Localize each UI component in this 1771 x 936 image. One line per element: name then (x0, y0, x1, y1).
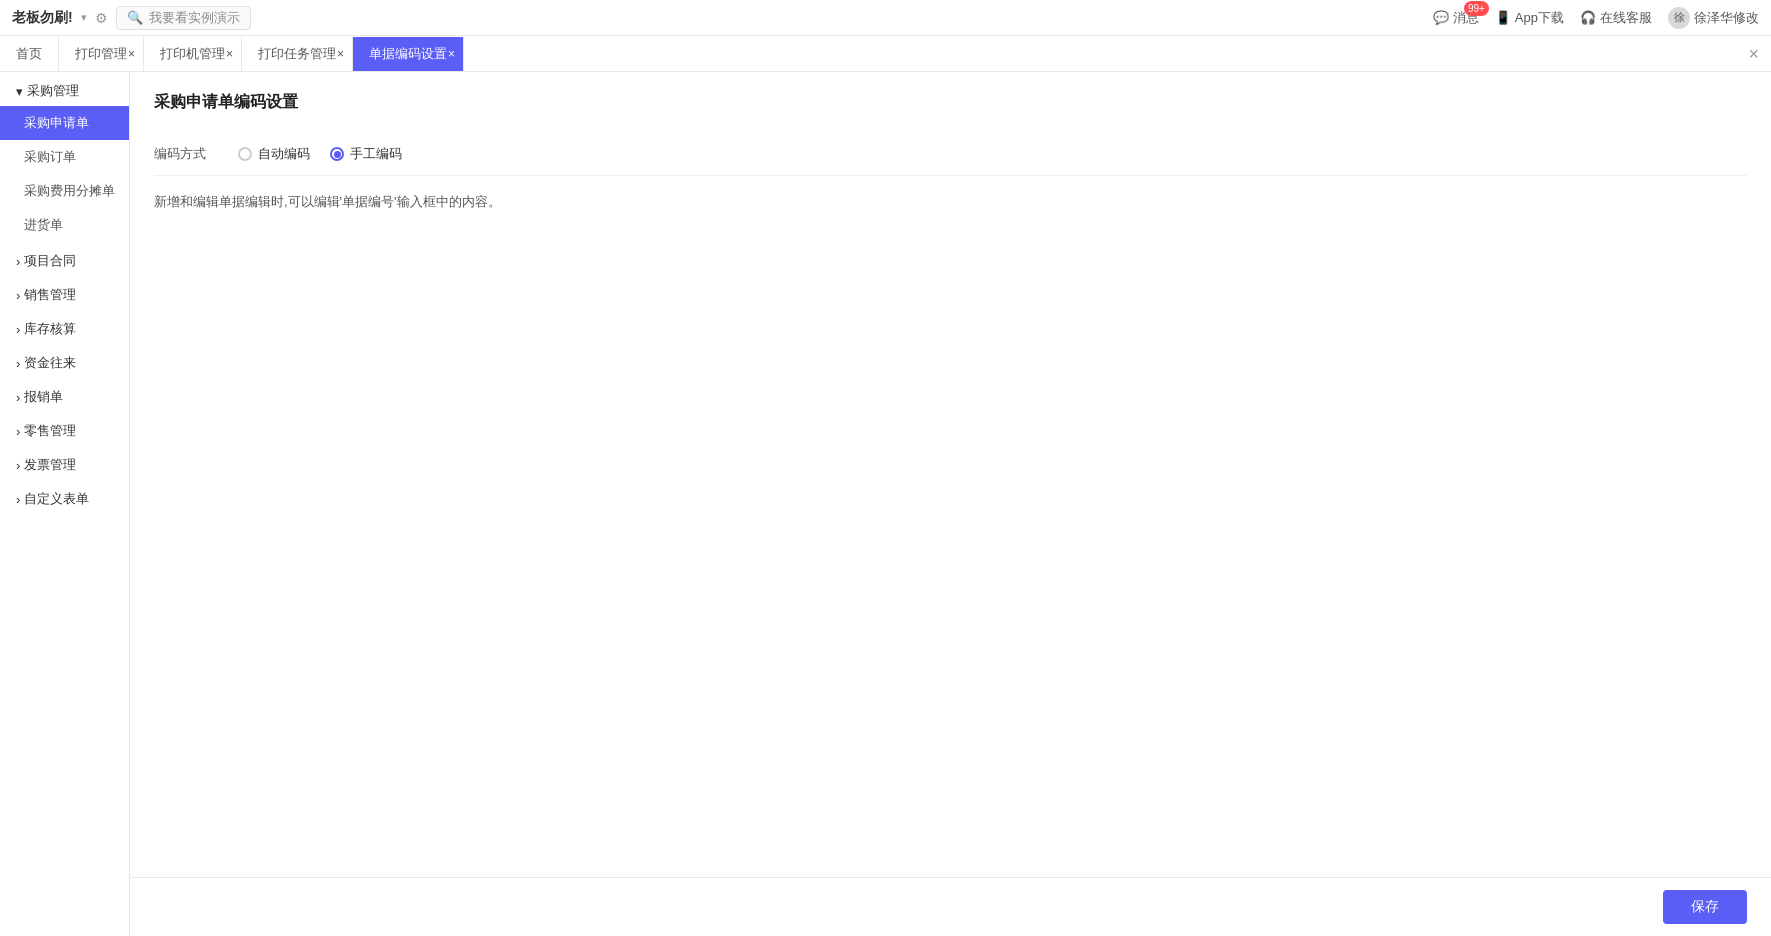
tab-bar: 首页 打印管理 × 打印机管理 × 打印任务管理 × 单据编码设置 × × (0, 36, 1771, 72)
message-icon: 💬 (1433, 10, 1449, 25)
sidebar: ▾ 采购管理 采购申请单 采购订单 采购费用分摊单 进货单 › 项目合同 (0, 72, 130, 936)
sidebar-group-custom-form: › 自定义表单 (0, 480, 129, 514)
close-tab-single-code-icon[interactable]: × (448, 47, 455, 61)
radio-manual-code[interactable]: 手工编码 (330, 145, 402, 163)
save-button[interactable]: 保存 (1663, 890, 1747, 924)
arrow-right-sales-icon: › (16, 288, 20, 303)
sidebar-group-sales: › 销售管理 (0, 276, 129, 310)
sidebar-group-returns: › 报销单 (0, 378, 129, 412)
online-service-button[interactable]: 🎧 在线客服 (1580, 9, 1652, 27)
tab-single-code-label: 单据编码设置 (369, 45, 447, 63)
radio-manual-label: 手工编码 (350, 145, 402, 163)
top-bar-right: 💬 消息 99+ 📱 App下载 🎧 在线客服 徐 徐泽华修改 (1433, 7, 1759, 29)
sidebar-item-stock-in[interactable]: 进货单 (0, 208, 129, 242)
top-bar-left: 老板勿刷! ▾ ⚙ 🔍 我要看实例演示 (12, 6, 251, 30)
user-menu[interactable]: 徐 徐泽华修改 (1668, 7, 1759, 29)
radio-group-encoding: 自动编码 手工编码 (238, 145, 402, 163)
top-bar: 老板勿刷! ▾ ⚙ 🔍 我要看实例演示 💬 消息 99+ 📱 App下载 🎧 在… (0, 0, 1771, 36)
app-download-button[interactable]: 📱 App下载 (1495, 9, 1564, 27)
gear-icon[interactable]: ⚙ (95, 10, 108, 26)
arrow-right-custom-icon: › (16, 492, 20, 507)
app-download-icon: 📱 (1495, 10, 1511, 25)
main-layout: ▾ 采购管理 采购申请单 采购订单 采购费用分摊单 进货单 › 项目合同 (0, 72, 1771, 936)
arrow-right-returns-icon: › (16, 390, 20, 405)
tab-printer-mgmt-label: 打印机管理 (160, 45, 225, 63)
page-body: 采购申请单编码设置 编码方式 自动编码 手工编码 新增和编辑单据编辑时,可以编辑… (130, 72, 1771, 877)
search-bar[interactable]: 🔍 我要看实例演示 (116, 6, 251, 30)
close-tab-printer-mgmt-icon[interactable]: × (226, 47, 233, 61)
sidebar-group-returns-title[interactable]: › 报销单 (0, 378, 129, 412)
hint-text: 新增和编辑单据编辑时,可以编辑'单据编号'输入框中的内容。 (154, 192, 1747, 213)
sidebar-group-invoice-title[interactable]: › 发票管理 (0, 446, 129, 480)
radio-manual-circle[interactable] (330, 147, 344, 161)
chevron-down-icon[interactable]: ▾ (81, 11, 87, 24)
close-tab-print-mgmt-icon[interactable]: × (128, 47, 135, 61)
arrow-right-inventory-icon: › (16, 322, 20, 337)
close-all-tabs-button[interactable]: × (1736, 37, 1771, 71)
headset-icon: 🎧 (1580, 10, 1596, 25)
brand-label: 老板勿刷! (12, 9, 73, 27)
search-placeholder: 我要看实例演示 (149, 9, 240, 27)
app-download-label: App下载 (1515, 9, 1564, 27)
tab-printer-mgmt[interactable]: 打印机管理 × (144, 37, 242, 71)
sidebar-group-custom-form-title[interactable]: › 自定义表单 (0, 480, 129, 514)
arrow-right-icon: › (16, 254, 20, 269)
sidebar-group-purchase-title[interactable]: ▾ 采购管理 (0, 72, 129, 106)
sidebar-group-invoice: › 发票管理 (0, 446, 129, 480)
encoding-row: 编码方式 自动编码 手工编码 (154, 133, 1747, 176)
sidebar-group-capital-title[interactable]: › 资金往来 (0, 344, 129, 378)
sidebar-group-purchase: ▾ 采购管理 采购申请单 采购订单 采购费用分摊单 进货单 (0, 72, 129, 242)
tab-print-mgmt-label: 打印管理 (75, 45, 127, 63)
sidebar-item-purchase-expense[interactable]: 采购费用分摊单 (0, 174, 129, 208)
sidebar-group-retail-title[interactable]: › 零售管理 (0, 412, 129, 446)
sidebar-group-project-title[interactable]: › 项目合同 (0, 242, 129, 276)
sidebar-group-sales-title[interactable]: › 销售管理 (0, 276, 129, 310)
avatar: 徐 (1668, 7, 1690, 29)
sidebar-item-purchase-request[interactable]: 采购申请单 (0, 106, 129, 140)
radio-auto-label: 自动编码 (258, 145, 310, 163)
tab-print-task[interactable]: 打印任务管理 × (242, 37, 353, 71)
search-icon: 🔍 (127, 10, 143, 25)
arrow-right-invoice-icon: › (16, 458, 20, 473)
close-tab-print-task-icon[interactable]: × (337, 47, 344, 61)
tab-print-task-label: 打印任务管理 (258, 45, 336, 63)
arrow-right-capital-icon: › (16, 356, 20, 371)
tab-single-code[interactable]: 单据编码设置 × (353, 37, 464, 71)
radio-auto-code[interactable]: 自动编码 (238, 145, 310, 163)
tab-home[interactable]: 首页 (0, 37, 59, 71)
radio-auto-circle[interactable] (238, 147, 252, 161)
sidebar-group-inventory: › 库存核算 (0, 310, 129, 344)
message-badge: 99+ (1464, 1, 1489, 16)
page-footer: 保存 (130, 877, 1771, 936)
message-button[interactable]: 💬 消息 99+ (1433, 9, 1479, 27)
sidebar-item-purchase-order[interactable]: 采购订单 (0, 140, 129, 174)
sidebar-group-project: › 项目合同 (0, 242, 129, 276)
tab-home-label: 首页 (16, 45, 42, 63)
arrow-down-icon: ▾ (16, 84, 23, 99)
sidebar-group-inventory-title[interactable]: › 库存核算 (0, 310, 129, 344)
sidebar-group-retail: › 零售管理 (0, 412, 129, 446)
page-title: 采购申请单编码设置 (154, 92, 1747, 113)
main-content: 采购申请单编码设置 编码方式 自动编码 手工编码 新增和编辑单据编辑时,可以编辑… (130, 72, 1771, 936)
arrow-right-retail-icon: › (16, 424, 20, 439)
tab-print-mgmt[interactable]: 打印管理 × (59, 37, 144, 71)
online-service-label: 在线客服 (1600, 9, 1652, 27)
username-label: 徐泽华修改 (1694, 9, 1759, 27)
encoding-label: 编码方式 (154, 145, 214, 163)
sidebar-group-capital: › 资金往来 (0, 344, 129, 378)
